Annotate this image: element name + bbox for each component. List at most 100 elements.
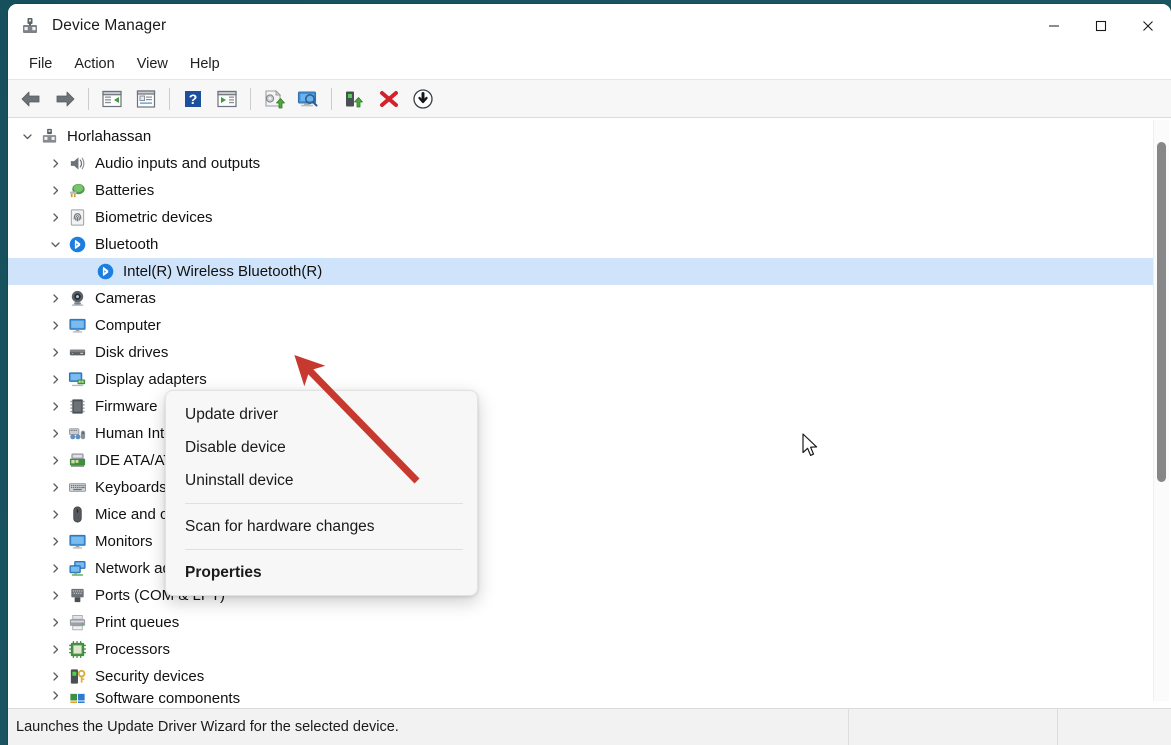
chevron-right-icon[interactable] xyxy=(44,293,66,304)
tree-row-batteries[interactable]: Batteries xyxy=(8,177,1153,204)
chevron-right-icon[interactable] xyxy=(44,482,66,493)
chevron-right-icon[interactable] xyxy=(44,455,66,466)
context-menu-item-scan-for-hardware-changes[interactable]: Scan for hardware changes xyxy=(166,510,477,543)
tree-row-processors[interactable]: Processors xyxy=(8,636,1153,663)
tree-row-security-devices[interactable]: Security devices xyxy=(8,663,1153,690)
tree-row-computer[interactable]: Horlahassan xyxy=(8,123,1153,150)
computer-icon xyxy=(38,127,60,147)
tree-row-software-components[interactable]: Software components xyxy=(8,690,1153,703)
bluetooth-icon xyxy=(94,262,116,282)
ide-controller-icon xyxy=(66,451,88,471)
close-button[interactable] xyxy=(1124,4,1171,48)
tree-vertical-scrollbar[interactable] xyxy=(1153,120,1169,701)
tree-row-label: Biometric devices xyxy=(95,209,213,226)
disk-drive-icon xyxy=(66,343,88,363)
chevron-right-icon[interactable] xyxy=(44,644,66,655)
device-manager-window: Device Manager File Action View Help ? H… xyxy=(8,4,1171,745)
tree-row-label: Cameras xyxy=(95,290,156,307)
toolbar: ? xyxy=(8,80,1171,118)
tree-row-label: Computer xyxy=(95,317,161,334)
chevron-right-icon[interactable] xyxy=(44,185,66,196)
tree-row-print-queues[interactable]: Print queues xyxy=(8,609,1153,636)
maximize-button[interactable] xyxy=(1077,4,1124,48)
chevron-right-icon[interactable] xyxy=(44,509,66,520)
status-pane-3 xyxy=(1058,709,1171,745)
screen: Device Manager File Action View Help ? H… xyxy=(0,0,1171,745)
uninstall-device-icon[interactable] xyxy=(372,84,406,114)
software-component-icon xyxy=(66,690,88,703)
tree-row-label: Horlahassan xyxy=(67,128,152,145)
tree-row-bluetooth[interactable]: Bluetooth xyxy=(8,231,1153,258)
chevron-right-icon[interactable] xyxy=(44,671,66,682)
scan-for-hardware-changes-icon[interactable] xyxy=(291,84,325,114)
tree-row-audio-inputs-and-outputs[interactable]: Audio inputs and outputs xyxy=(8,150,1153,177)
properties-icon[interactable] xyxy=(129,84,163,114)
chevron-right-icon[interactable] xyxy=(44,158,66,169)
mouse-icon xyxy=(66,505,88,525)
tree-row-label: Keyboards xyxy=(95,479,167,496)
context-menu-item-properties[interactable]: Properties xyxy=(166,556,477,589)
chevron-down-icon[interactable] xyxy=(16,131,38,142)
chevron-down-icon[interactable] xyxy=(44,239,66,250)
port-icon xyxy=(66,586,88,606)
enable-device-icon[interactable] xyxy=(338,84,372,114)
processor-icon xyxy=(66,640,88,660)
menu-help[interactable]: Help xyxy=(179,52,231,76)
tree-row-cameras[interactable]: Cameras xyxy=(8,285,1153,312)
context-menu-item-update-driver[interactable]: Update driver xyxy=(166,398,477,431)
tree-row-label: Bluetooth xyxy=(95,236,159,253)
context-menu-item-disable-device[interactable]: Disable device xyxy=(166,431,477,464)
chevron-right-icon[interactable] xyxy=(44,536,66,547)
tree-row-label: Batteries xyxy=(95,182,155,199)
firmware-chip-icon xyxy=(66,397,88,417)
window-controls xyxy=(1030,4,1171,48)
toolbar-separator xyxy=(250,87,251,110)
toolbar-separator xyxy=(331,87,332,110)
tree-row-label: Display adapters xyxy=(95,371,207,388)
tree-row-label: Processors xyxy=(95,641,171,658)
tree-row-display-adapters[interactable]: Display adapters xyxy=(8,366,1153,393)
menu-view[interactable]: View xyxy=(126,52,179,76)
battery-icon xyxy=(66,181,88,201)
keyboard-icon xyxy=(66,478,88,498)
device-manager-icon xyxy=(19,15,41,37)
chevron-right-icon[interactable] xyxy=(44,428,66,439)
toolbar-separator xyxy=(169,87,170,110)
chevron-right-icon[interactable] xyxy=(44,590,66,601)
tree-row-label: Disk drives xyxy=(95,344,169,361)
disable-device-icon[interactable] xyxy=(406,84,440,114)
update-driver-icon[interactable] xyxy=(257,84,291,114)
context-menu-item-uninstall-device[interactable]: Uninstall device xyxy=(166,464,477,497)
help-icon[interactable]: ? xyxy=(176,84,210,114)
tree-row-disk-drives[interactable]: Disk drives xyxy=(8,339,1153,366)
show-hide-action-pane-icon[interactable] xyxy=(210,84,244,114)
chevron-right-icon[interactable] xyxy=(44,563,66,574)
forward-icon[interactable] xyxy=(48,84,82,114)
tree-row-intel-wireless-bluetooth[interactable]: Intel(R) Wireless Bluetooth(R) xyxy=(8,258,1153,285)
chevron-right-icon[interactable] xyxy=(44,374,66,385)
scrollbar-thumb[interactable] xyxy=(1157,142,1166,482)
device-context-menu: Update driver Disable device Uninstall d… xyxy=(165,390,478,596)
chevron-right-icon[interactable] xyxy=(44,690,66,701)
menu-action[interactable]: Action xyxy=(63,52,125,76)
show-hide-console-tree-icon[interactable] xyxy=(95,84,129,114)
menu-file[interactable]: File xyxy=(18,52,63,76)
chevron-right-icon[interactable] xyxy=(44,320,66,331)
chevron-right-icon[interactable] xyxy=(44,617,66,628)
toolbar-separator xyxy=(88,87,89,110)
tree-row-label: Firmware xyxy=(95,398,158,415)
chevron-right-icon[interactable] xyxy=(44,347,66,358)
status-pane-2 xyxy=(849,709,1058,745)
title-bar: Device Manager xyxy=(8,4,1171,48)
chevron-right-icon[interactable] xyxy=(44,212,66,223)
security-device-icon xyxy=(66,667,88,687)
tree-row-biometric-devices[interactable]: Biometric devices xyxy=(8,204,1153,231)
tree-row-label: Security devices xyxy=(95,668,205,685)
speaker-icon xyxy=(66,154,88,174)
bluetooth-icon xyxy=(66,235,88,255)
tree-row-label: Monitors xyxy=(95,533,153,550)
back-icon[interactable] xyxy=(14,84,48,114)
chevron-right-icon[interactable] xyxy=(44,401,66,412)
minimize-button[interactable] xyxy=(1030,4,1077,48)
tree-row-computer-category[interactable]: Computer xyxy=(8,312,1153,339)
